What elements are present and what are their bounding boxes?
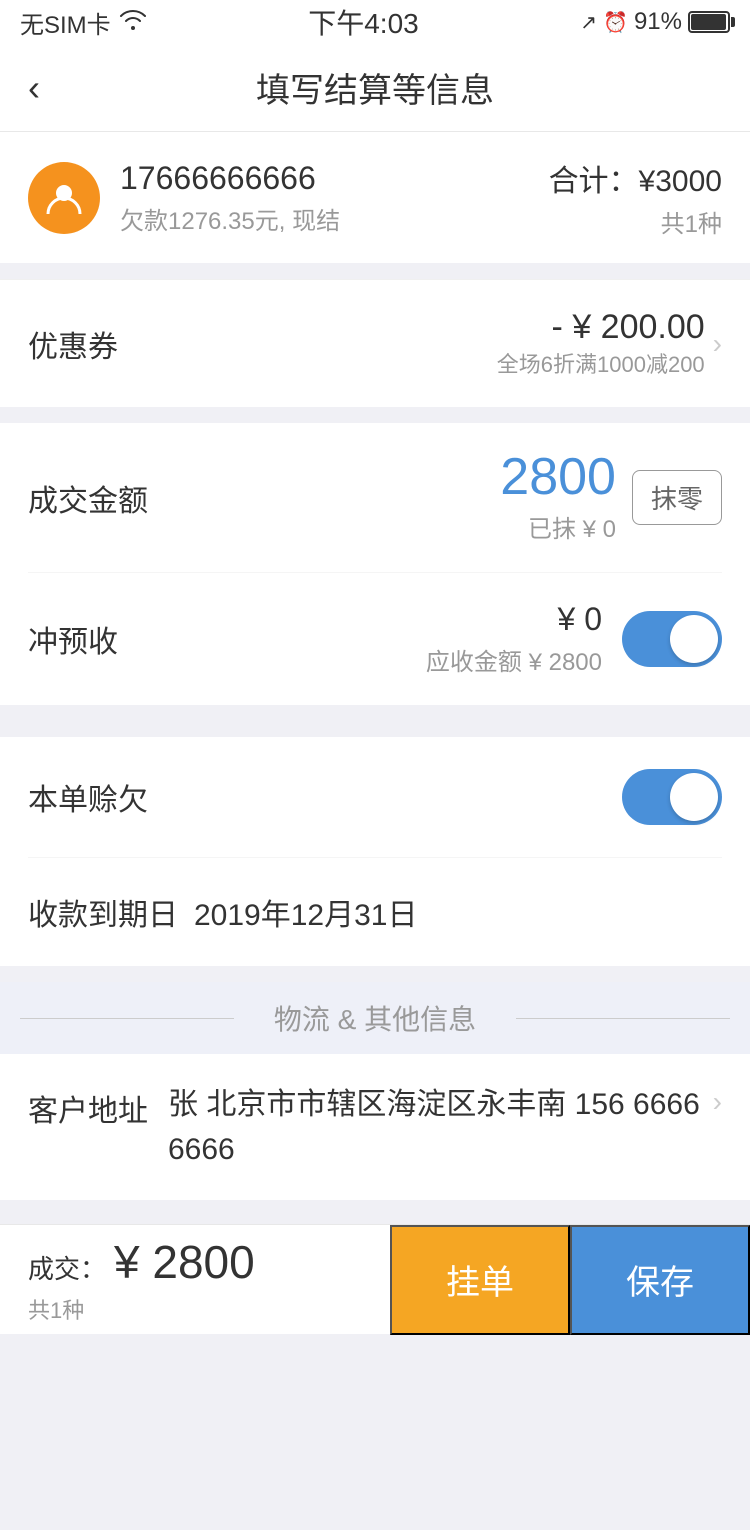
debt-row: 本单赊欠 (28, 737, 722, 858)
pre-recv-label: 冲预收 (28, 617, 118, 661)
pre-recv-value: ¥ 0 (426, 601, 602, 638)
coupon-discount: - ¥ 200.00 (497, 308, 705, 347)
status-right: ↗ ⏰ 91% (580, 8, 730, 36)
round-off-button[interactable]: 抹零 (632, 470, 722, 525)
divider-1 (0, 407, 750, 423)
bottom-left: 成交： ¥ 2800 共1种 (0, 1235, 390, 1325)
status-time: 下午4:03 (308, 2, 419, 42)
logistics-line-right (516, 1018, 730, 1019)
pre-recv-right: ¥ 0 应收金额 ¥ 2800 (426, 601, 722, 677)
customer-info: 17666666666 欠款1276.35元, 现结 (120, 160, 340, 236)
divider-2 (0, 705, 750, 721)
debt-toggle-thumb (670, 773, 718, 821)
page-title: 填写结算等信息 (256, 63, 494, 112)
deal-amount-label: 成交金额 (28, 476, 148, 520)
total-amount: 合计：¥3000 (549, 156, 722, 200)
deal-amount-sub: 已抹 ¥ 0 (500, 509, 616, 544)
carrier-text: 无SIM卡 (20, 5, 111, 40)
toggle-thumb (670, 615, 718, 663)
deal-amount-right: 2800 已抹 ¥ 0 抹零 (500, 451, 722, 544)
debt-toggle[interactable] (622, 769, 722, 825)
customer-card: 17666666666 欠款1276.35元, 现结 合计：¥3000 共1种 (0, 132, 750, 263)
debt-section: 本单赊欠 收款到期日 2019年12月31日 (0, 737, 750, 966)
bottom-total-value: ¥ 2800 (114, 1235, 255, 1289)
hang-order-button[interactable]: 挂单 (390, 1225, 570, 1335)
deal-amount-value: 2800 (500, 451, 616, 503)
pre-recv-val-block: ¥ 0 应收金额 ¥ 2800 (426, 601, 602, 677)
coupon-label: 优惠券 (28, 322, 118, 366)
battery-icon (688, 11, 730, 33)
pre-recv-sub: 应收金额 ¥ 2800 (426, 642, 602, 677)
coupon-desc: 全场6折满1000减200 (497, 347, 705, 379)
logistics-header: 物流 & 其他信息 (0, 982, 750, 1054)
coupon-right: - ¥ 200.00 全场6折满1000减200 › (497, 308, 722, 379)
due-date-row: 收款到期日 2019年12月31日 (28, 858, 722, 966)
save-button[interactable]: 保存 (570, 1225, 750, 1335)
wifi-icon (119, 8, 147, 37)
deal-amount-row: 成交金额 2800 已抹 ¥ 0 抹零 (28, 423, 722, 573)
status-left: 无SIM卡 (20, 5, 147, 40)
address-section[interactable]: 客户地址 张 北京市市辖区海淀区永丰南 156 6666 6666 › (0, 1054, 750, 1200)
customer-left: 17666666666 欠款1276.35元, 现结 (28, 160, 340, 236)
avatar (28, 162, 100, 234)
debt-label: 本单赊欠 (28, 775, 148, 819)
chevron-right-icon: › (713, 328, 722, 360)
back-button[interactable]: ‹ (28, 67, 40, 109)
bottom-spacer (0, 1420, 750, 1530)
customer-phone: 17666666666 (120, 160, 340, 197)
address-value: 张 北京市市辖区海淀区永丰南 156 6666 6666 (168, 1082, 713, 1172)
total-count: 共1种 (549, 204, 722, 239)
amount-section: 成交金额 2800 已抹 ¥ 0 抹零 冲预收 ¥ 0 应收金额 ¥ 2800 (0, 423, 750, 705)
battery-percent: 91% (634, 8, 682, 36)
address-chevron: › (713, 1082, 722, 1118)
header: ‹ 填写结算等信息 (0, 44, 750, 132)
bottom-total-row: 成交： ¥ 2800 (28, 1235, 362, 1289)
customer-debt: 欠款1276.35元, 现结 (120, 201, 340, 236)
bottom-total-label: 成交： (28, 1249, 106, 1286)
alarm-icon: ⏰ (603, 10, 628, 35)
logistics-line-left (20, 1018, 234, 1019)
location-icon: ↗ (580, 10, 597, 35)
bottom-bar: 成交： ¥ 2800 共1种 挂单 保存 (0, 1224, 750, 1334)
customer-right: 合计：¥3000 共1种 (549, 156, 722, 239)
address-label: 客户地址 (28, 1086, 148, 1130)
due-date-label: 收款到期日 (28, 890, 178, 934)
logistics-header-text: 物流 & 其他信息 (274, 998, 476, 1038)
due-date-value: 2019年12月31日 (194, 890, 417, 934)
status-bar: 无SIM卡 下午4:03 ↗ ⏰ 91% (0, 0, 750, 44)
pre-recv-row: 冲预收 ¥ 0 应收金额 ¥ 2800 (28, 573, 722, 705)
pre-recv-toggle[interactable] (622, 611, 722, 667)
bottom-count: 共1种 (28, 1293, 362, 1325)
coupon-section[interactable]: 优惠券 - ¥ 200.00 全场6折满1000减200 › (0, 279, 750, 407)
divider-3 (0, 966, 750, 982)
